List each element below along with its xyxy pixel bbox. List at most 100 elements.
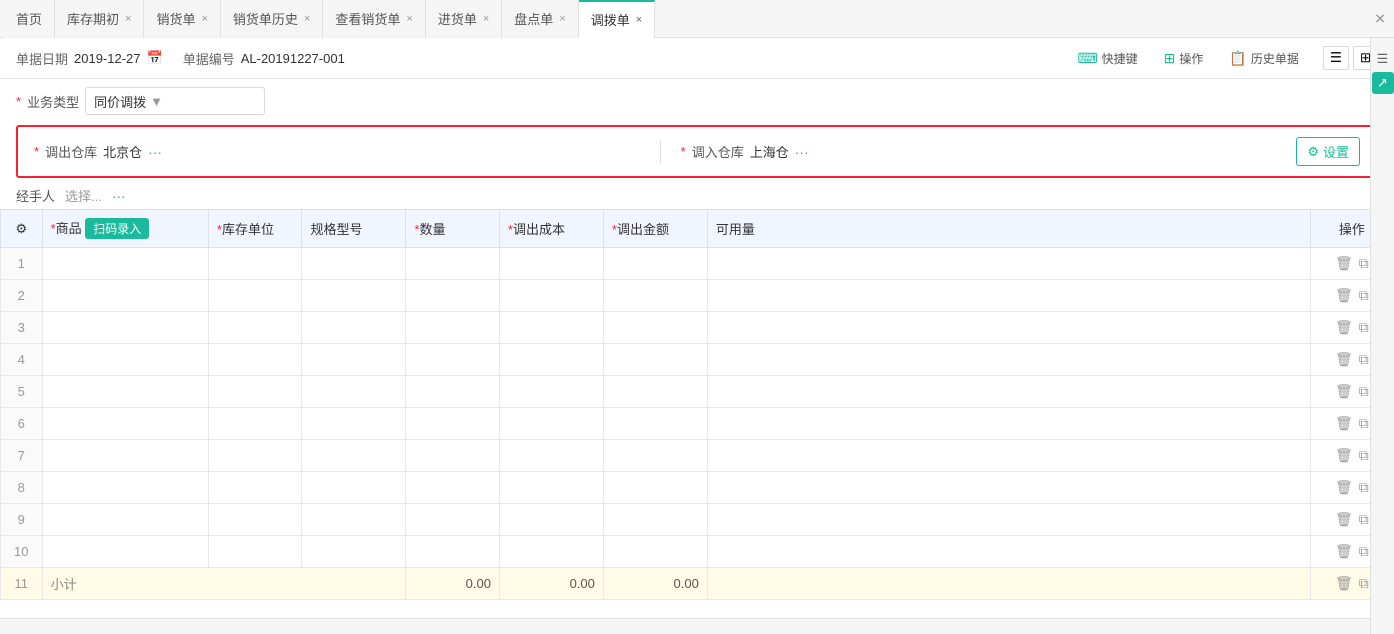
tab-transfer[interactable]: 调拨单 × <box>579 0 655 38</box>
tab-home[interactable]: 首页 <box>4 0 55 38</box>
delete-icon-1[interactable]: 🗑 <box>1335 255 1353 272</box>
layout-list-btn[interactable]: ☰ <box>1323 46 1349 70</box>
cell-spec-1[interactable] <box>302 248 406 280</box>
tab-view-sales-close[interactable]: × <box>406 13 412 25</box>
delete-icon-5[interactable]: 🗑 <box>1335 383 1353 400</box>
cell-cost-3[interactable] <box>499 312 603 344</box>
delete-icon-6[interactable]: 🗑 <box>1335 415 1353 432</box>
cell-product-10[interactable] <box>42 536 208 568</box>
cell-amount-7[interactable] <box>603 440 707 472</box>
cell-spec-4[interactable] <box>302 344 406 376</box>
copy-icon-5[interactable]: ⧉ <box>1359 383 1369 400</box>
cell-cost-8[interactable] <box>499 472 603 504</box>
person-placeholder[interactable]: 选择... <box>65 186 102 205</box>
cell-spec-8[interactable] <box>302 472 406 504</box>
cell-spec-2[interactable] <box>302 280 406 312</box>
cell-available-1[interactable] <box>707 248 1310 280</box>
delete-icon-10[interactable]: 🗑 <box>1335 543 1353 560</box>
cell-qty-7[interactable] <box>406 440 500 472</box>
delete-icon-8[interactable]: 🗑 <box>1335 479 1353 496</box>
delete-icon-4[interactable]: 🗑 <box>1335 351 1353 368</box>
delete-icon-7[interactable]: 🗑 <box>1335 447 1353 464</box>
tab-purchase-order-close[interactable]: × <box>483 13 489 25</box>
copy-icon-8[interactable]: ⧉ <box>1359 479 1369 496</box>
cell-available-10[interactable] <box>707 536 1310 568</box>
cell-cost-7[interactable] <box>499 440 603 472</box>
cell-spec-6[interactable] <box>302 408 406 440</box>
cell-product-4[interactable] <box>42 344 208 376</box>
settings-button[interactable]: ⚙ 设置 <box>1296 137 1360 166</box>
cell-unit-9[interactable] <box>208 504 302 536</box>
tab-sales-history-close[interactable]: × <box>304 13 310 25</box>
scan-entry-btn[interactable]: 扫码录入 <box>85 218 149 239</box>
cell-amount-5[interactable] <box>603 376 707 408</box>
cell-qty-6[interactable] <box>406 408 500 440</box>
tab-view-sales[interactable]: 查看销货单 × <box>323 0 425 38</box>
tab-inventory-count-close[interactable]: × <box>559 13 565 25</box>
cell-unit-8[interactable] <box>208 472 302 504</box>
tab-transfer-close[interactable]: × <box>636 14 642 26</box>
cell-qty-10[interactable] <box>406 536 500 568</box>
cell-unit-7[interactable] <box>208 440 302 472</box>
cell-unit-3[interactable] <box>208 312 302 344</box>
cell-product-5[interactable] <box>42 376 208 408</box>
cell-product-8[interactable] <box>42 472 208 504</box>
tab-inventory-init-close[interactable]: × <box>125 13 131 25</box>
operations-btn[interactable]: ⊞ 操作 <box>1156 47 1212 70</box>
cell-amount-4[interactable] <box>603 344 707 376</box>
cell-available-9[interactable] <box>707 504 1310 536</box>
copy-icon-7[interactable]: ⧉ <box>1359 447 1369 464</box>
cell-qty-4[interactable] <box>406 344 500 376</box>
cell-cost-6[interactable] <box>499 408 603 440</box>
cell-cost-2[interactable] <box>499 280 603 312</box>
copy-icon-9[interactable]: ⧉ <box>1359 511 1369 528</box>
cell-amount-8[interactable] <box>603 472 707 504</box>
cell-unit-10[interactable] <box>208 536 302 568</box>
sidebar-list-icon[interactable]: ☰ <box>1372 48 1394 70</box>
copy-icon-1[interactable]: ⧉ <box>1359 255 1369 272</box>
shortcuts-btn[interactable]: ⌨ 快捷键 <box>1069 47 1145 70</box>
copy-icon-3[interactable]: ⧉ <box>1359 319 1369 336</box>
cell-unit-2[interactable] <box>208 280 302 312</box>
cell-available-3[interactable] <box>707 312 1310 344</box>
calendar-icon[interactable]: 📅 <box>147 50 163 66</box>
cell-unit-4[interactable] <box>208 344 302 376</box>
cell-qty-8[interactable] <box>406 472 500 504</box>
warehouse-out-more[interactable]: ··· <box>148 144 162 160</box>
cell-product-1[interactable] <box>42 248 208 280</box>
cell-amount-10[interactable] <box>603 536 707 568</box>
tab-sales-order[interactable]: 销货单 × <box>144 0 220 38</box>
cell-qty-9[interactable] <box>406 504 500 536</box>
cell-qty-3[interactable] <box>406 312 500 344</box>
cell-amount-1[interactable] <box>603 248 707 280</box>
cell-spec-7[interactable] <box>302 440 406 472</box>
history-btn[interactable]: 📋 历史单据 <box>1221 47 1306 70</box>
delete-icon-3[interactable]: 🗑 <box>1335 319 1353 336</box>
subtotal-copy-icon[interactable]: ⧉ <box>1359 575 1369 592</box>
cell-cost-10[interactable] <box>499 536 603 568</box>
copy-icon-6[interactable]: ⧉ <box>1359 415 1369 432</box>
cell-cost-5[interactable] <box>499 376 603 408</box>
cell-product-7[interactable] <box>42 440 208 472</box>
tab-inventory-count[interactable]: 盘点单 × <box>502 0 578 38</box>
cell-qty-1[interactable] <box>406 248 500 280</box>
copy-icon-4[interactable]: ⧉ <box>1359 351 1369 368</box>
cell-cost-4[interactable] <box>499 344 603 376</box>
cell-spec-3[interactable] <box>302 312 406 344</box>
cell-product-2[interactable] <box>42 280 208 312</box>
business-type-input[interactable]: 同价调拨 ▼ <box>85 87 265 115</box>
cell-unit-6[interactable] <box>208 408 302 440</box>
cell-available-6[interactable] <box>707 408 1310 440</box>
cell-product-6[interactable] <box>42 408 208 440</box>
cell-qty-2[interactable] <box>406 280 500 312</box>
cell-amount-6[interactable] <box>603 408 707 440</box>
cell-unit-5[interactable] <box>208 376 302 408</box>
tab-sales-order-close[interactable]: × <box>201 13 207 25</box>
cell-qty-5[interactable] <box>406 376 500 408</box>
cell-available-4[interactable] <box>707 344 1310 376</box>
cell-amount-3[interactable] <box>603 312 707 344</box>
person-more[interactable]: ··· <box>112 188 126 204</box>
cell-amount-9[interactable] <box>603 504 707 536</box>
sidebar-external-icon[interactable]: ↗ <box>1372 72 1394 94</box>
tab-purchase-order[interactable]: 进货单 × <box>426 0 502 38</box>
